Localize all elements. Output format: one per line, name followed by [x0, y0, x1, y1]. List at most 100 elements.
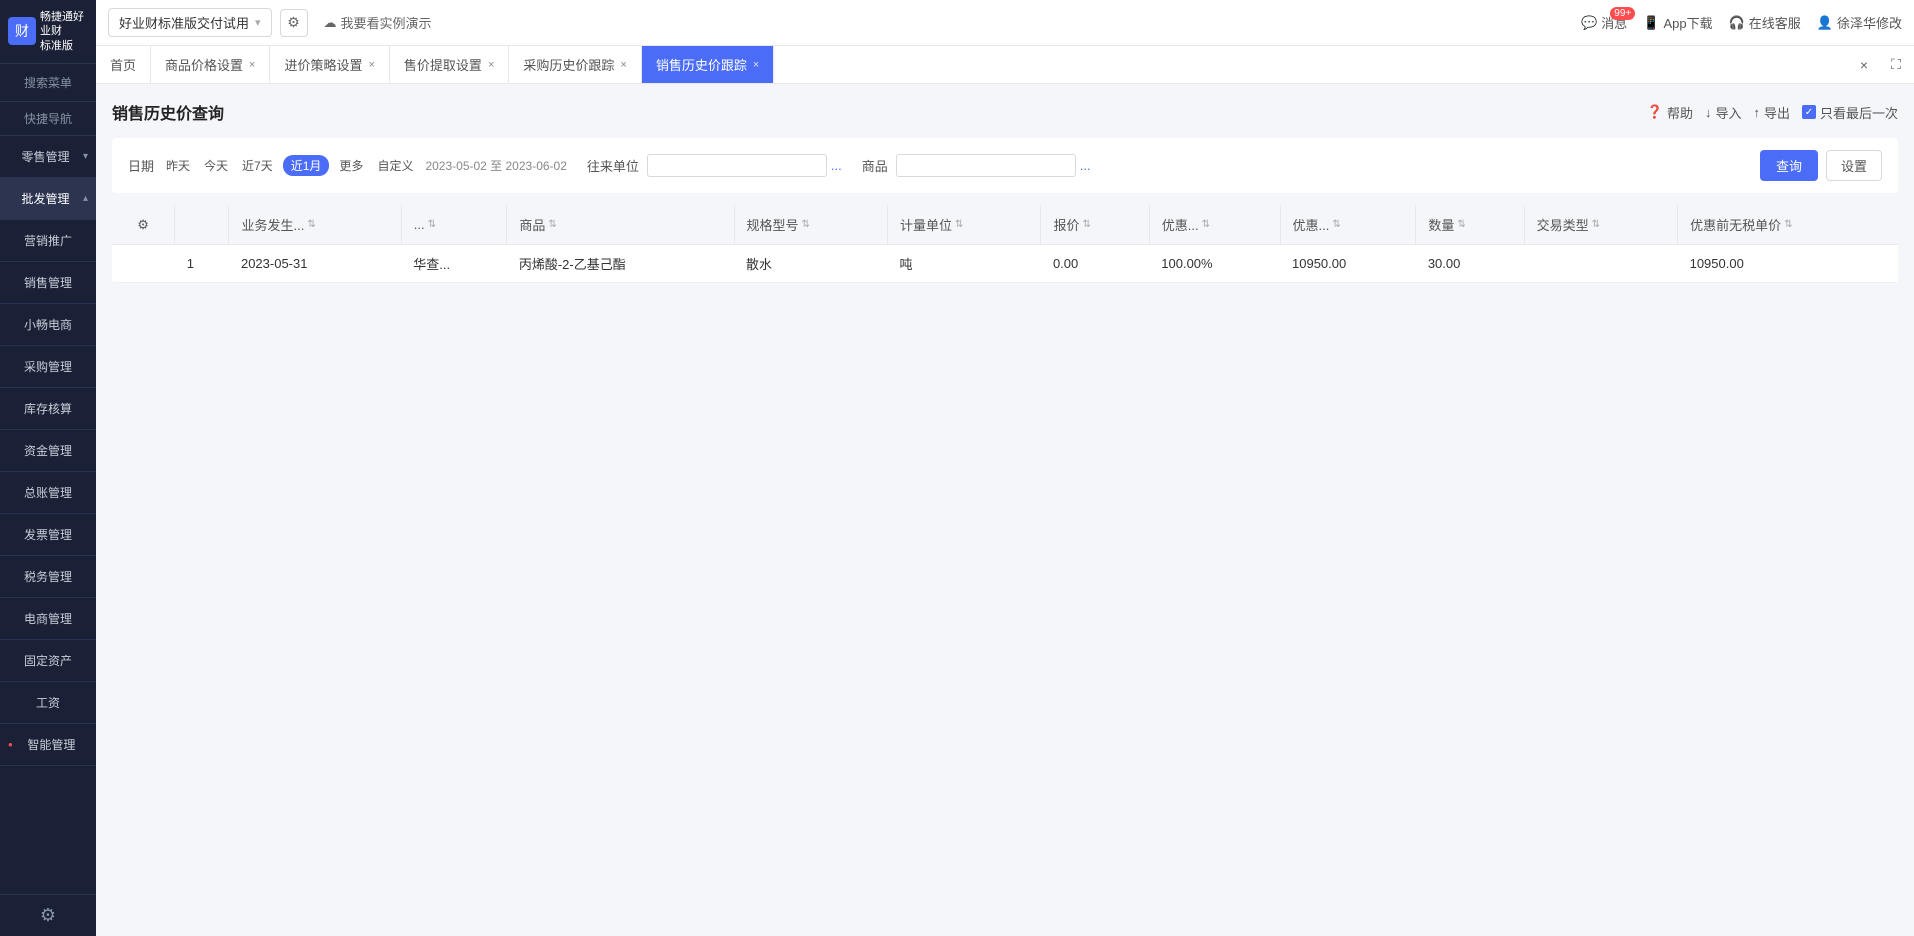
customer-input[interactable] [647, 154, 827, 177]
topbar: 好业财标准版交付试用 ▾ ⚙ ☁ 我要看实例演示 💬 消息 99+ 📱 App下… [96, 0, 1914, 46]
user-profile-button[interactable]: 👤 徐泽华修改 [1817, 13, 1902, 32]
logo-icon: 财 [8, 17, 36, 45]
sidebar-item-ecom-mgmt[interactable]: 电商管理 [0, 598, 96, 640]
cell-discount1: 100.00% [1149, 245, 1280, 283]
bell-icon: 💬 [1581, 15, 1597, 31]
product-version-selector[interactable]: 好业财标准版交付试用 ▾ [108, 8, 272, 37]
date-opt-today[interactable]: 今天 [200, 155, 232, 176]
sidebar-item-smart-mgmt[interactable]: 智能管理 [0, 724, 96, 766]
cell-unit: 吨 [887, 245, 1040, 283]
headset-icon: 🎧 [1729, 15, 1745, 31]
date-opt-last7[interactable]: 近7天 [238, 155, 277, 176]
only-last-checkbox-label[interactable]: ✓ 只看最后一次 [1802, 103, 1898, 122]
close-all-tabs-button[interactable]: × [1850, 51, 1878, 79]
product-input[interactable] [896, 154, 1076, 177]
col-biz-date[interactable]: 业务发生... ⇅ [229, 205, 401, 245]
sidebar-item-invoice-mgmt[interactable]: 发票管理 [0, 514, 96, 556]
sidebar-settings-button[interactable]: ⚙ [0, 894, 96, 936]
col-trade-type[interactable]: 交易类型 ⇅ [1524, 205, 1677, 245]
sort-icon: ⇅ [1082, 219, 1090, 230]
product-filter-label: 商品 [862, 156, 888, 175]
close-tab-price-strategy[interactable]: × [368, 59, 374, 71]
sidebar-item-purchase-mgmt[interactable]: 采购管理 [0, 346, 96, 388]
close-tab-purchase-history[interactable]: × [620, 59, 626, 71]
date-opt-custom[interactable]: 自定义 [373, 155, 417, 176]
col-unit[interactable]: 计量单位 ⇅ [887, 205, 1040, 245]
sidebar-item-search-menu[interactable]: 搜索菜单 [0, 64, 96, 102]
only-last-checkbox[interactable]: ✓ [1802, 105, 1816, 119]
date-filter-label: 日期 [128, 156, 154, 175]
date-options: 昨天 今天 近7天 近1月 更多 自定义 [162, 155, 417, 176]
tabbar-actions: × ⛶ [1850, 51, 1914, 79]
tabbar: 首页 商品价格设置 × 进价策略设置 × 售价提取设置 × 采购历史价跟踪 × … [96, 46, 1914, 84]
cell-discount2: 10950.00 [1280, 245, 1416, 283]
sidebar-item-wholesale-mgmt[interactable]: 批发管理 ▴ [0, 178, 96, 220]
export-button[interactable]: ↑ 导出 [1753, 103, 1790, 122]
table-row: 1 2023-05-31 华查... 丙烯酸-2-乙基己酯 散水 吨 0.00 … [112, 245, 1898, 283]
date-range-display: 2023-05-02 至 2023-06-02 [425, 157, 566, 174]
close-tab-sale-extract[interactable]: × [488, 59, 494, 71]
sidebar-item-tax-mgmt[interactable]: 税务管理 [0, 556, 96, 598]
sidebar-item-inventory[interactable]: 库存核算 [0, 388, 96, 430]
sidebar-item-fixed-assets[interactable]: 固定资产 [0, 640, 96, 682]
tab-sale-history[interactable]: 销售历史价跟踪 × [642, 46, 774, 84]
cell-pretax-price: 10950.00 [1678, 245, 1898, 283]
settings-gear-button[interactable]: ⚙ [280, 9, 308, 37]
col-discount1[interactable]: 优惠... ⇅ [1149, 205, 1280, 245]
col-qty[interactable]: 数量 ⇅ [1416, 205, 1524, 245]
cell-row-num: 1 [175, 245, 229, 283]
notifications-button[interactable]: 💬 消息 99+ [1581, 13, 1627, 32]
col-discount2[interactable]: 优惠... ⇅ [1280, 205, 1416, 245]
close-tab-product-price[interactable]: × [249, 59, 255, 71]
sidebar-item-marketing[interactable]: 营销推广 [0, 220, 96, 262]
sort-icon: ⇅ [428, 219, 436, 230]
sidebar-item-fund-mgmt[interactable]: 资金管理 [0, 430, 96, 472]
cell-price: 0.00 [1041, 245, 1149, 283]
expand-tab-button[interactable]: ⛶ [1882, 51, 1910, 79]
sidebar-item-sales-mgmt[interactable]: 销售管理 [0, 262, 96, 304]
app-download-button[interactable]: 📱 App下载 [1643, 13, 1712, 32]
sidebar-item-xiaochang-ecom[interactable]: 小畅电商 [0, 304, 96, 346]
demo-link[interactable]: ☁ 我要看实例演示 [324, 13, 432, 32]
help-button[interactable]: ❓ 帮助 [1647, 103, 1693, 122]
sort-icon: ⇅ [1784, 219, 1792, 230]
close-tab-sale-history[interactable]: × [753, 59, 759, 71]
tab-price-strategy[interactable]: 进价策略设置 × [270, 46, 389, 84]
col-spec[interactable]: 规格型号 ⇅ [734, 205, 887, 245]
filter-actions: 查询 设置 [1760, 150, 1882, 181]
product-more-button[interactable]: ... [1080, 158, 1091, 173]
col-config[interactable]: ⚙ [112, 205, 175, 245]
tab-product-price[interactable]: 商品价格设置 × [151, 46, 270, 84]
query-button[interactable]: 查询 [1760, 150, 1818, 181]
notifications-badge: 99+ [1610, 7, 1635, 20]
sort-icon: ⇅ [1332, 219, 1340, 230]
page-title: 销售历史价查询 [112, 100, 224, 124]
cell-config [112, 245, 175, 283]
version-label: 好业财标准版交付试用 [119, 13, 249, 32]
tab-purchase-history[interactable]: 采购历史价跟踪 × [509, 46, 641, 84]
col-more1[interactable]: ... ⇅ [401, 205, 507, 245]
settings-button[interactable]: 设置 [1826, 150, 1882, 181]
chevron-icon: ▾ [83, 151, 88, 162]
date-opt-yesterday[interactable]: 昨天 [162, 155, 194, 176]
sidebar-item-payroll[interactable]: 工资 [0, 682, 96, 724]
online-service-button[interactable]: 🎧 在线客服 [1729, 13, 1801, 32]
sidebar-item-retail-mgmt[interactable]: 零售管理 ▾ [0, 136, 96, 178]
customer-more-button[interactable]: ... [831, 158, 842, 173]
sidebar-item-general-ledger[interactable]: 总账管理 [0, 472, 96, 514]
logo-text: 畅捷通好业财 标准版 [40, 10, 88, 53]
content-area: 销售历史价查询 ❓ 帮助 ↓ 导入 ↑ 导出 ✓ 只看最后一次 [96, 84, 1914, 936]
import-button[interactable]: ↓ 导入 [1705, 103, 1742, 122]
sidebar-item-quick-nav[interactable]: 快捷导航 [0, 102, 96, 136]
col-product[interactable]: 商品 ⇅ [507, 205, 734, 245]
col-pretax-price[interactable]: 优惠前无税单价 ⇅ [1678, 205, 1898, 245]
tab-sale-extract[interactable]: 售价提取设置 × [390, 46, 509, 84]
date-opt-last1m[interactable]: 近1月 [283, 155, 330, 176]
col-price[interactable]: 报价 ⇅ [1041, 205, 1149, 245]
help-icon: ❓ [1647, 104, 1663, 120]
sort-icon: ⇅ [1592, 219, 1600, 230]
date-opt-more[interactable]: 更多 [335, 155, 367, 176]
date-filter-group: 日期 昨天 今天 近7天 近1月 更多 自定义 2023-05-02 至 202… [128, 155, 567, 176]
tab-home[interactable]: 首页 [96, 46, 151, 84]
cell-spec: 散水 [734, 245, 887, 283]
